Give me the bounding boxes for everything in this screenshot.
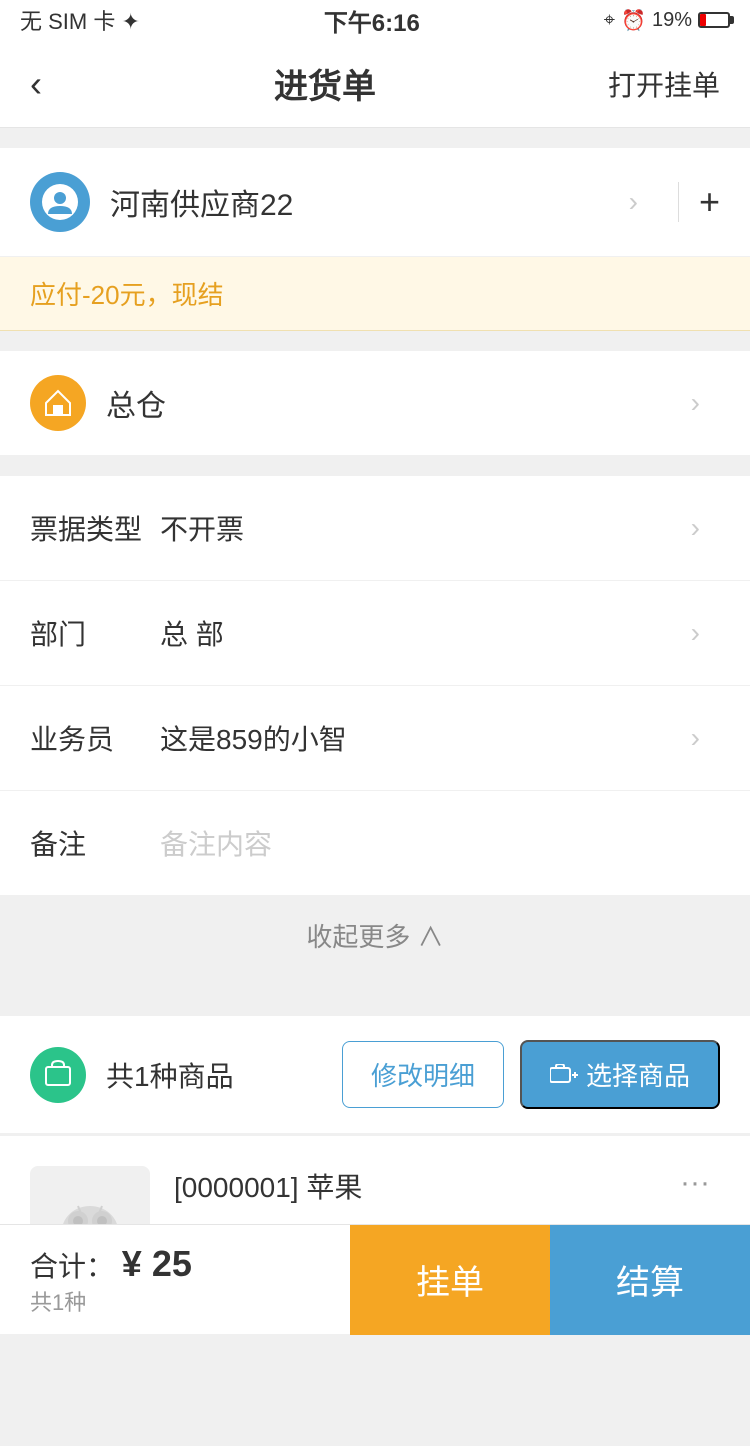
- status-right: ⌖ ⏰ 19%: [604, 8, 730, 33]
- alarm-icon: ⏰: [621, 8, 646, 33]
- invoice-arrow-icon: ›: [691, 512, 700, 544]
- select-product-button[interactable]: 选择商品: [520, 1040, 720, 1109]
- battery-icon: [698, 12, 730, 28]
- supplier-arrow-icon: ›: [629, 186, 638, 218]
- notice-bar: 应付-20元，现结: [0, 257, 750, 331]
- footer-total: 合计： ¥ 25 共1种: [0, 1243, 350, 1317]
- dept-row[interactable]: 部门 总 部 ›: [0, 580, 750, 685]
- product-code: [0000001]: [174, 1172, 299, 1203]
- divider-3: [0, 976, 750, 996]
- dept-label: 部门: [30, 613, 160, 653]
- location-icon: ⌖: [604, 9, 615, 32]
- open-hang-button[interactable]: 打开挂单: [608, 64, 720, 104]
- page-title: 进货单: [274, 59, 376, 108]
- product-more-button[interactable]: ···: [670, 1166, 720, 1200]
- add-supplier-button[interactable]: +: [699, 181, 720, 223]
- form-section: 票据类型 不开票 › 部门 总 部 › 业务员 这是859的小智 › 备注 备注…: [0, 475, 750, 895]
- product-name: [0000001] 苹果: [174, 1166, 670, 1206]
- products-header: 共1种商品 修改明细 选择商品: [0, 1016, 750, 1133]
- back-button[interactable]: ‹: [30, 63, 42, 105]
- user-icon: [46, 188, 74, 216]
- divider-1: [0, 331, 750, 351]
- sim-status: 无 SIM 卡 ✦: [20, 4, 140, 36]
- salesman-label: 业务员: [30, 718, 160, 758]
- home-icon: [42, 387, 74, 419]
- invoice-value: 不开票: [160, 508, 691, 548]
- select-product-label: 选择商品: [586, 1056, 690, 1093]
- divider-2: [0, 455, 750, 475]
- status-time: 下午6:16: [324, 3, 420, 38]
- total-sub: 共1种: [30, 1285, 320, 1317]
- hang-button[interactable]: 挂单: [350, 1225, 550, 1335]
- warehouse-icon: [30, 375, 86, 431]
- cart-icon: [42, 1059, 74, 1091]
- supplier-row[interactable]: 河南供应商22 › +: [0, 148, 750, 257]
- status-bar: 无 SIM 卡 ✦ 下午6:16 ⌖ ⏰ 19%: [0, 0, 750, 40]
- checkout-button[interactable]: 结算: [550, 1225, 750, 1335]
- warehouse-name: 总仓: [106, 381, 691, 425]
- footer: 合计： ¥ 25 共1种 挂单 结算: [0, 1224, 750, 1334]
- warehouse-section: 总仓 ›: [0, 351, 750, 455]
- invoice-label: 票据类型: [30, 508, 160, 548]
- edit-detail-button[interactable]: 修改明细: [342, 1041, 504, 1108]
- footer-spacer: [0, 1316, 750, 1446]
- dept-value: 总 部: [160, 613, 691, 653]
- product-title: 苹果: [306, 1172, 362, 1203]
- supplier-avatar: [30, 172, 90, 232]
- salesman-value: 这是859的小智: [160, 718, 691, 758]
- status-left: 无 SIM 卡 ✦: [20, 4, 140, 36]
- total-amount: ¥ 25: [122, 1243, 192, 1284]
- remark-value[interactable]: 备注内容: [160, 823, 720, 863]
- warehouse-arrow-icon: ›: [691, 387, 700, 419]
- select-cart-icon: [550, 1064, 578, 1086]
- collapse-button[interactable]: 收起更多 ∧: [0, 895, 750, 976]
- warehouse-row[interactable]: 总仓 ›: [0, 351, 750, 455]
- remark-label: 备注: [30, 823, 160, 863]
- products-count: 共1种商品: [106, 1055, 342, 1095]
- supplier-section: 河南供应商22 › + 应付-20元，现结: [0, 148, 750, 331]
- total-label: 合计：: [30, 1251, 114, 1282]
- salesman-arrow-icon: ›: [691, 722, 700, 754]
- supplier-divider: [678, 182, 679, 222]
- battery-level: 19%: [652, 9, 692, 32]
- top-divider: [0, 128, 750, 148]
- invoice-row[interactable]: 票据类型 不开票 ›: [0, 475, 750, 580]
- salesman-row[interactable]: 业务员 这是859的小智 ›: [0, 685, 750, 790]
- remark-row[interactable]: 备注 备注内容: [0, 790, 750, 895]
- nav-bar: ‹ 进货单 打开挂单: [0, 40, 750, 128]
- supplier-name: 河南供应商22: [110, 180, 629, 224]
- products-icon: [30, 1047, 86, 1103]
- dept-arrow-icon: ›: [691, 617, 700, 649]
